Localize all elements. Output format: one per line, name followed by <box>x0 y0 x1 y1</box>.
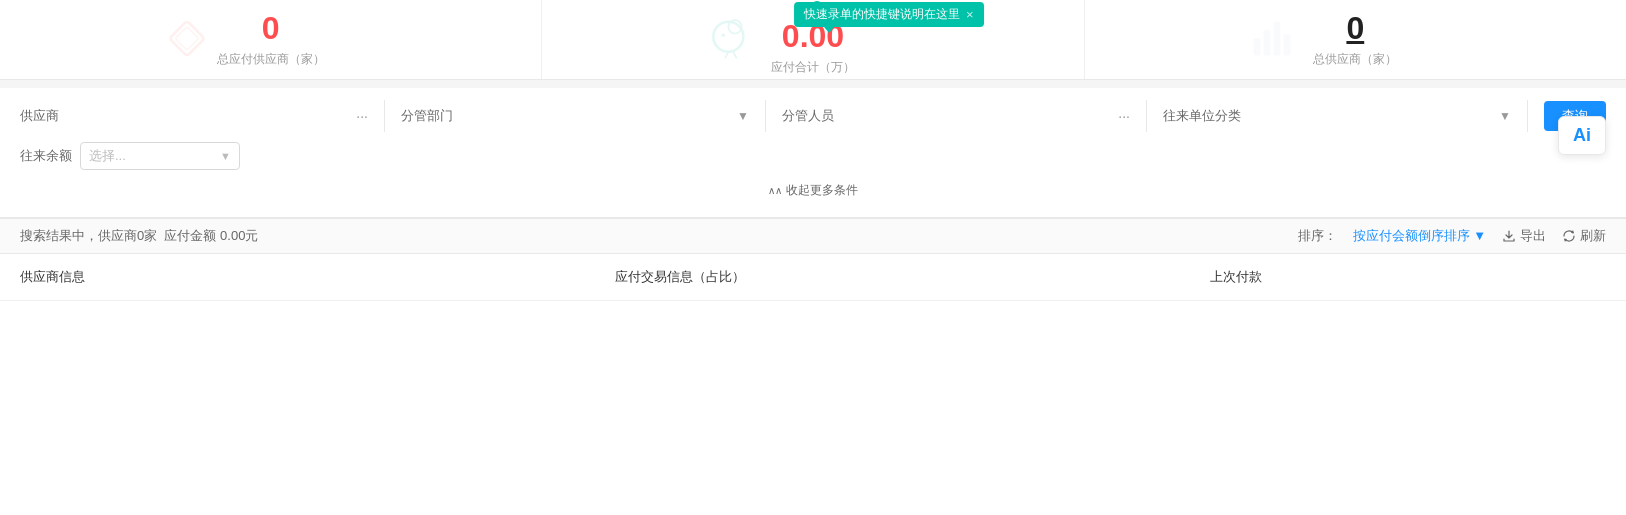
balance-placeholder: 选择... <box>89 147 126 165</box>
filter-balance: 往来余额 选择... ▼ <box>20 140 240 172</box>
filter-supplier: 供应商 ··· <box>20 100 385 132</box>
collapse-bar: ∧∧ 收起更多条件 <box>20 180 1606 201</box>
export-label: 导出 <box>1520 227 1546 245</box>
department-label: 分管部门 <box>401 107 453 125</box>
stat-label-payable-total: 应付合计（万） <box>771 59 855 76</box>
result-amount: 0.00 <box>220 228 245 243</box>
stat-label-payable-suppliers: 总应付供应商（家） <box>217 51 325 68</box>
svg-line-5 <box>733 51 736 58</box>
department-input[interactable] <box>461 109 733 124</box>
refresh-icon <box>1562 229 1576 243</box>
supplier-dots[interactable]: ··· <box>356 108 368 124</box>
manager-label: 分管人员 <box>782 107 834 125</box>
svg-rect-0 <box>170 20 205 55</box>
svg-rect-8 <box>1264 30 1271 55</box>
export-icon <box>1502 229 1516 243</box>
result-actions: 排序： 按应付会额倒序排序 ▼ 导出 刷新 <box>1298 227 1607 245</box>
col-header-transaction-info: 应付交易信息（占比） <box>615 268 1210 286</box>
filter-manager: 分管人员 ··· <box>766 100 1147 132</box>
chart-icon <box>1247 13 1297 66</box>
top-stats-bar: 0 总应付供应商（家） 快速录单的快捷键说明在这里 × 0.00 应付合计（万） <box>0 0 1626 80</box>
ai-label: Ai <box>1573 125 1591 145</box>
collapse-label: 收起更多条件 <box>786 182 858 199</box>
tooltip-text: 快速录单的快捷键说明在这里 <box>804 6 960 23</box>
diamond-icon <box>162 13 212 66</box>
col-header-last-payment: 上次付款 <box>1210 268 1607 286</box>
tooltip-close-button[interactable]: × <box>966 7 974 22</box>
unit-category-input[interactable] <box>1249 109 1495 124</box>
svg-rect-7 <box>1254 38 1261 55</box>
balance-select[interactable]: 选择... ▼ <box>80 142 240 170</box>
unit-category-label: 往来单位分类 <box>1163 107 1241 125</box>
result-prefix: 搜索结果中，供应商 <box>20 228 137 243</box>
export-button[interactable]: 导出 <box>1502 227 1546 245</box>
stat-label-total-suppliers: 总供应商（家） <box>1313 51 1397 68</box>
supplier-label: 供应商 <box>20 107 59 125</box>
supplier-input[interactable] <box>67 109 352 124</box>
department-arrow[interactable]: ▼ <box>737 109 749 123</box>
filter-row-2: 往来余额 选择... ▼ <box>20 140 1606 172</box>
svg-rect-10 <box>1284 34 1291 55</box>
stat-total-payable-suppliers: 0 总应付供应商（家） <box>0 0 542 79</box>
piggy-icon <box>705 13 755 66</box>
stat-total-suppliers: 0 总供应商（家） <box>1085 0 1626 79</box>
manager-input[interactable] <box>842 109 1114 124</box>
stat-payable-total: 快速录单的快捷键说明在这里 × 0.00 应付合计（万） <box>542 0 1084 79</box>
filter-row-1: 供应商 ··· 分管部门 ▼ 分管人员 ··· 往来单位分类 ▼ 查询 <box>20 100 1606 132</box>
result-amount-unit: 元 <box>245 228 258 243</box>
balance-arrow: ▼ <box>220 150 231 162</box>
balance-label: 往来余额 <box>20 147 72 165</box>
result-amount-label: 应付金额 <box>164 228 216 243</box>
stat-number-payable-suppliers: 0 <box>262 11 280 46</box>
refresh-label: 刷新 <box>1580 227 1606 245</box>
table-header: 供应商信息 应付交易信息（占比） 上次付款 <box>0 254 1626 301</box>
sort-value-text: 按应付会额倒序排序 <box>1353 228 1470 243</box>
result-unit: 家 <box>144 228 157 243</box>
filter-unit-category: 往来单位分类 ▼ <box>1147 100 1528 132</box>
svg-rect-9 <box>1274 21 1281 54</box>
unit-category-arrow[interactable]: ▼ <box>1499 109 1511 123</box>
filter-department: 分管部门 ▼ <box>385 100 766 132</box>
result-bar: 搜索结果中，供应商0家 应付金额 0.00元 排序： 按应付会额倒序排序 ▼ 导… <box>0 218 1626 254</box>
stat-number-total-suppliers: 0 <box>1346 11 1364 46</box>
refresh-button[interactable]: 刷新 <box>1562 227 1606 245</box>
result-info: 搜索结果中，供应商0家 应付金额 0.00元 <box>20 227 258 245</box>
filter-section: 供应商 ··· 分管部门 ▼ 分管人员 ··· 往来单位分类 ▼ 查询 往来余额 <box>0 88 1626 218</box>
tooltip-bubble[interactable]: 快速录单的快捷键说明在这里 × <box>794 2 984 27</box>
col-header-supplier-info: 供应商信息 <box>20 268 615 286</box>
table-body <box>0 301 1626 515</box>
sort-arrow-icon: ▼ <box>1473 228 1486 243</box>
svg-point-6 <box>721 33 724 36</box>
manager-dots[interactable]: ··· <box>1118 108 1130 124</box>
collapse-arrow-icon: ∧∧ <box>768 185 782 196</box>
sort-value[interactable]: 按应付会额倒序排序 ▼ <box>1353 227 1487 245</box>
sort-label: 排序： <box>1298 227 1337 245</box>
ai-badge[interactable]: Ai <box>1558 116 1606 155</box>
collapse-button[interactable]: ∧∧ 收起更多条件 <box>756 180 870 201</box>
